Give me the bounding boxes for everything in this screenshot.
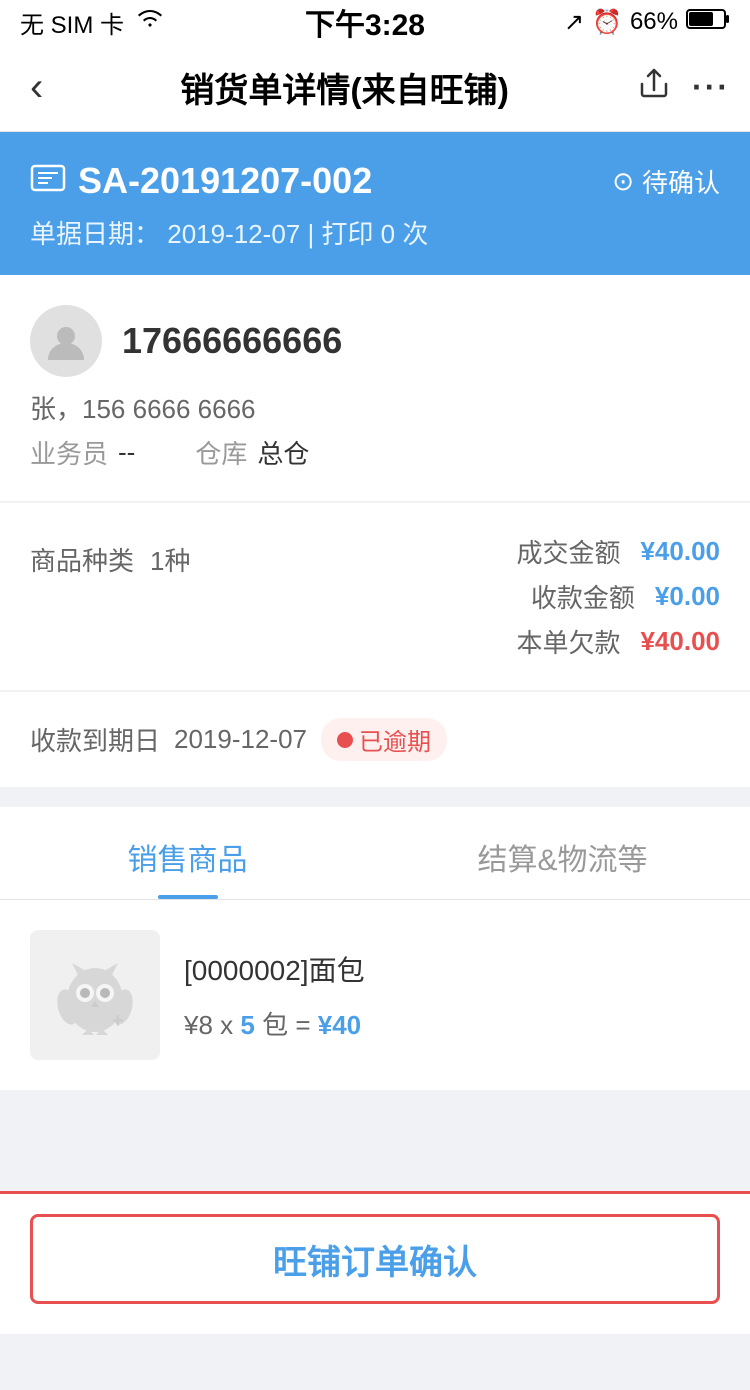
order-id: SA-20191207-002 xyxy=(30,160,372,202)
amount-row: 成交金额 ¥40.00 xyxy=(516,533,720,570)
product-type-value: 1种 xyxy=(150,541,190,578)
due-date-value: 2019-12-07 xyxy=(174,724,307,755)
salesman-value: -- xyxy=(118,437,135,468)
battery-label: 66% xyxy=(630,8,678,36)
battery-icon xyxy=(686,8,730,37)
quantity: 5 xyxy=(240,1010,254,1040)
product-item: + [0000002]面包 ¥8 x 5 包 = ¥40 xyxy=(0,900,750,1090)
due-date-label: 收款到期日 xyxy=(30,721,160,758)
product-info: [0000002]面包 ¥8 x 5 包 = ¥40 xyxy=(184,949,720,1042)
amount-value: ¥40.00 xyxy=(640,536,720,567)
customer-row: 17666666666 xyxy=(30,305,720,377)
share-icon[interactable] xyxy=(636,66,672,110)
order-icon xyxy=(30,162,66,201)
unit-price: ¥8 xyxy=(184,1010,213,1040)
overdue-text: 已逾期 xyxy=(359,722,431,757)
sim-status: 无 SIM 卡 xyxy=(20,5,124,40)
nav-bar: ‹ 销货单详情(来自旺铺) ··· xyxy=(0,44,750,132)
page-title: 销货单详情(来自旺铺) xyxy=(53,63,636,112)
status-clock-icon: ⊙ xyxy=(612,166,634,197)
overdue-dot-icon xyxy=(337,732,353,748)
location-icon: ↗ xyxy=(564,8,584,37)
owed-row: 本单欠款 ¥40.00 xyxy=(516,623,720,660)
product-thumbnail: + xyxy=(30,930,160,1060)
amount-label: 成交金额 xyxy=(516,533,620,570)
due-date-section: 收款到期日 2019-12-07 已逾期 xyxy=(0,692,750,787)
received-value: ¥0.00 xyxy=(655,581,720,612)
customer-section: 17666666666 张，156 6666 6666 业务员 -- 仓库 总仓 xyxy=(0,275,750,501)
status-bar: 无 SIM 卡 下午3:28 ↗ ⏰ 66% xyxy=(0,0,750,44)
wifi-icon xyxy=(134,7,166,38)
warehouse-value: 总仓 xyxy=(257,434,309,471)
customer-name-phone: 张，156 6666 6666 xyxy=(30,389,720,426)
owed-value: ¥40.00 xyxy=(640,626,720,657)
warehouse-item: 仓库 总仓 xyxy=(195,434,309,471)
received-row: 收款金额 ¥0.00 xyxy=(531,578,720,615)
warehouse-label: 仓库 xyxy=(195,434,247,471)
order-id-text: SA-20191207-002 xyxy=(78,160,372,202)
order-date: 单据日期： 2019-12-07 | 打印 0 次 xyxy=(30,214,720,251)
product-type: 商品种类 1种 xyxy=(30,533,190,578)
status-right: ↗ ⏰ 66% xyxy=(564,8,730,37)
tabs-row: 销售商品 结算&物流等 xyxy=(0,807,750,900)
confirm-order-button[interactable]: 旺铺订单确认 xyxy=(30,1214,720,1304)
customer-meta: 业务员 -- 仓库 总仓 xyxy=(30,434,720,471)
received-label: 收款金额 xyxy=(531,578,635,615)
summary-section: 商品种类 1种 成交金额 ¥40.00 收款金额 ¥0.00 本单欠款 ¥40.… xyxy=(0,503,750,690)
alarm-icon: ⏰ xyxy=(592,8,622,37)
unit: 包 xyxy=(262,1010,288,1040)
more-icon[interactable]: ··· xyxy=(692,69,730,106)
status-text: 待确认 xyxy=(642,163,720,200)
total-price: ¥40 xyxy=(318,1010,361,1040)
customer-phone: 17666666666 xyxy=(122,320,342,362)
back-button[interactable]: ‹ xyxy=(20,55,53,120)
time-display: 下午3:28 xyxy=(305,0,425,44)
customer-avatar xyxy=(30,305,102,377)
tab-sales-products[interactable]: 销售商品 xyxy=(0,807,375,899)
tab-settlement[interactable]: 结算&物流等 xyxy=(375,807,750,899)
order-id-row: SA-20191207-002 ⊙ 待确认 xyxy=(30,160,720,202)
owed-label: 本单欠款 xyxy=(516,623,620,660)
svg-text:+: + xyxy=(112,1010,124,1032)
confirm-btn-container: 旺铺订单确认 xyxy=(0,1191,750,1334)
nav-actions: ··· xyxy=(636,66,730,110)
product-price: ¥8 x 5 包 = ¥40 xyxy=(184,1005,720,1042)
order-status: ⊙ 待确认 xyxy=(612,163,720,200)
salesman-item: 业务员 -- xyxy=(30,434,135,471)
order-header: SA-20191207-002 ⊙ 待确认 单据日期： 2019-12-07 |… xyxy=(0,132,750,275)
tabs-section: 销售商品 结算&物流等 xyxy=(0,807,750,1090)
overdue-badge: 已逾期 xyxy=(321,718,447,761)
amounts: 成交金额 ¥40.00 收款金额 ¥0.00 本单欠款 ¥40.00 xyxy=(516,533,720,660)
equals-sign: = xyxy=(295,1010,317,1040)
salesman-label: 业务员 xyxy=(30,434,108,471)
product-type-label: 商品种类 xyxy=(30,541,134,578)
product-name: [0000002]面包 xyxy=(184,949,720,989)
status-left: 无 SIM 卡 xyxy=(20,5,166,40)
multiply-sign: x xyxy=(220,1010,240,1040)
